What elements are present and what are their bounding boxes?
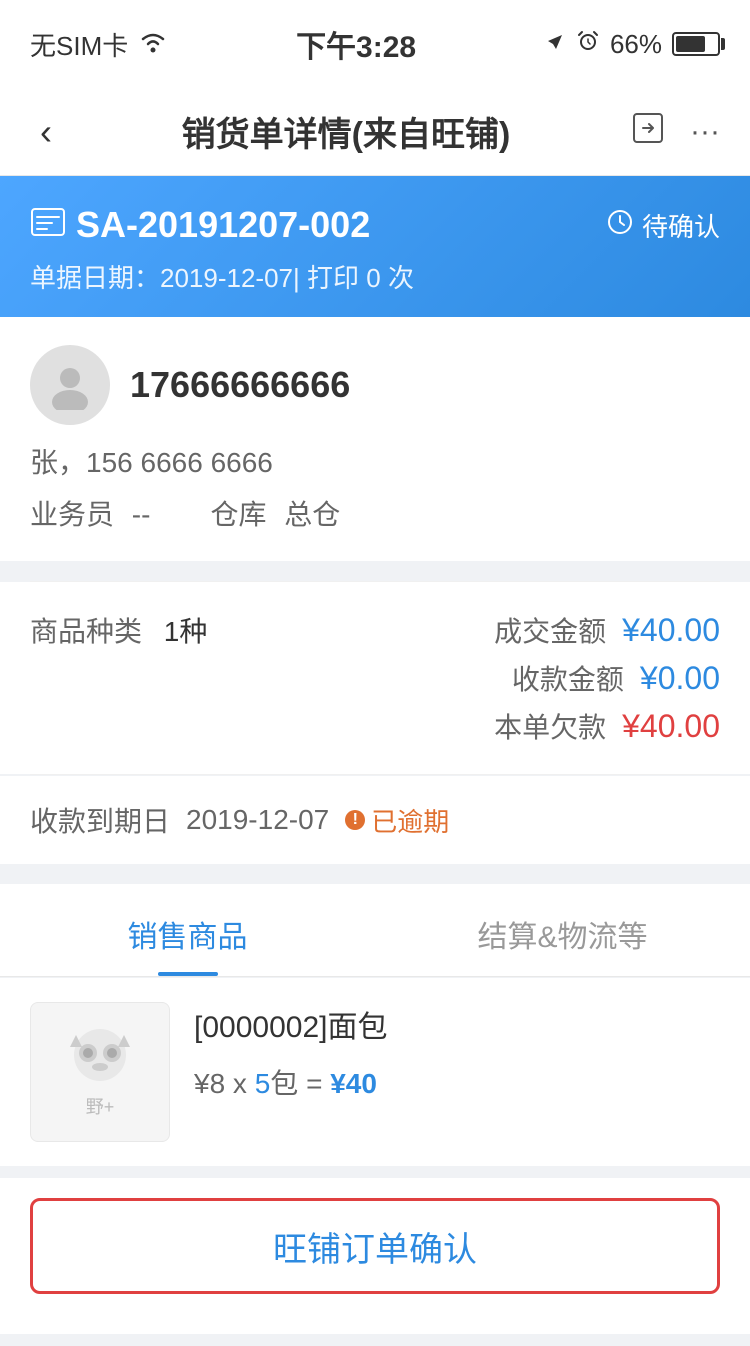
order-status: 待确认: [606, 207, 720, 244]
product-card: 野+ [0000002]面包 ¥8 x 5包 = ¥40: [0, 978, 750, 1166]
warehouse-value: 总仓: [284, 499, 340, 530]
status-bar: 无SIM卡 下午3:28 66%: [0, 0, 750, 88]
product-type-label: 商品种类: [30, 616, 142, 647]
product-type-value: 1种: [164, 616, 208, 647]
amounts: 成交金额 ¥40.00 收款金额 ¥0.00 本单欠款 ¥40.00: [494, 610, 720, 746]
tab-settlement[interactable]: 结算&物流等: [375, 884, 750, 976]
amount-label: 成交金额: [494, 610, 606, 650]
back-button[interactable]: ‹: [30, 101, 62, 163]
order-header: SA-20191207-002 待确认 单据日期：2019-12-07| 打印 …: [0, 176, 750, 317]
alarm-icon: [576, 29, 600, 60]
tab-products[interactable]: 销售商品: [0, 884, 375, 976]
location-icon: [544, 29, 566, 60]
amount-value: ¥40.00: [622, 612, 720, 649]
customer-phone: 17666666666: [130, 364, 350, 406]
page-title: 销货单详情(来自旺铺): [182, 107, 511, 156]
due-date-value: 2019-12-07: [186, 804, 329, 836]
confirm-button[interactable]: 旺铺订单确认: [30, 1198, 720, 1294]
more-icon[interactable]: ···: [690, 115, 720, 149]
sales-value: --: [132, 499, 151, 530]
debt-value: ¥40.00: [622, 708, 720, 745]
status-time: 下午3:28: [296, 22, 416, 66]
status-right: 66%: [544, 29, 720, 60]
order-date: 单据日期：2019-12-07| 打印 0 次: [30, 258, 720, 295]
nav-actions: ···: [630, 110, 720, 154]
receipt-label: 收款金额: [512, 658, 624, 698]
wifi-icon: [138, 29, 168, 60]
product-qty: 5: [255, 1068, 271, 1099]
divider-2: [30, 774, 720, 775]
customer-meta: 业务员 -- 仓库 总仓: [30, 493, 720, 533]
nav-bar: ‹ 销货单详情(来自旺铺) ···: [0, 88, 750, 176]
avatar: [30, 345, 110, 425]
customer-name-alt: 张，156 6666 6666: [30, 441, 720, 481]
sales-label: 业务员: [30, 499, 114, 530]
battery-icon: [672, 32, 720, 56]
bottom-bar: 旺铺订单确认: [0, 1178, 750, 1334]
battery-percentage: 66%: [610, 29, 662, 60]
carrier-text: 无SIM卡: [30, 26, 128, 63]
product-name: [0000002]面包: [194, 1002, 720, 1046]
overdue-icon: !: [345, 810, 365, 830]
product-price: ¥8 x 5包 = ¥40: [194, 1062, 720, 1102]
due-date-card: 收款到期日 2019-12-07 ! 已逾期: [0, 776, 750, 864]
share-icon[interactable]: [630, 110, 666, 154]
warehouse-label: 仓库: [210, 499, 266, 530]
product-thumbnail: 野+: [30, 1002, 170, 1142]
debt-label: 本单欠款: [494, 706, 606, 746]
product-info: [0000002]面包 ¥8 x 5包 = ¥40: [194, 1002, 720, 1102]
due-date-label: 收款到期日: [30, 800, 170, 840]
summary-card: 商品种类 1种 成交金额 ¥40.00 收款金额 ¥0.00 本单欠款 ¥40.…: [0, 582, 750, 774]
overdue-text: 已逾期: [371, 802, 449, 839]
receipt-value: ¥0.00: [640, 660, 720, 697]
order-id: SA-20191207-002: [30, 204, 370, 246]
overdue-badge: ! 已逾期: [345, 802, 449, 839]
customer-card: 17666666666 张，156 6666 6666 业务员 -- 仓库 总仓: [0, 317, 750, 561]
tabs-bar: 销售商品 结算&物流等: [0, 884, 750, 977]
order-icon: [30, 204, 66, 246]
product-total: ¥40: [330, 1068, 377, 1099]
clock-icon: [606, 208, 634, 243]
status-left: 无SIM卡: [30, 26, 168, 63]
